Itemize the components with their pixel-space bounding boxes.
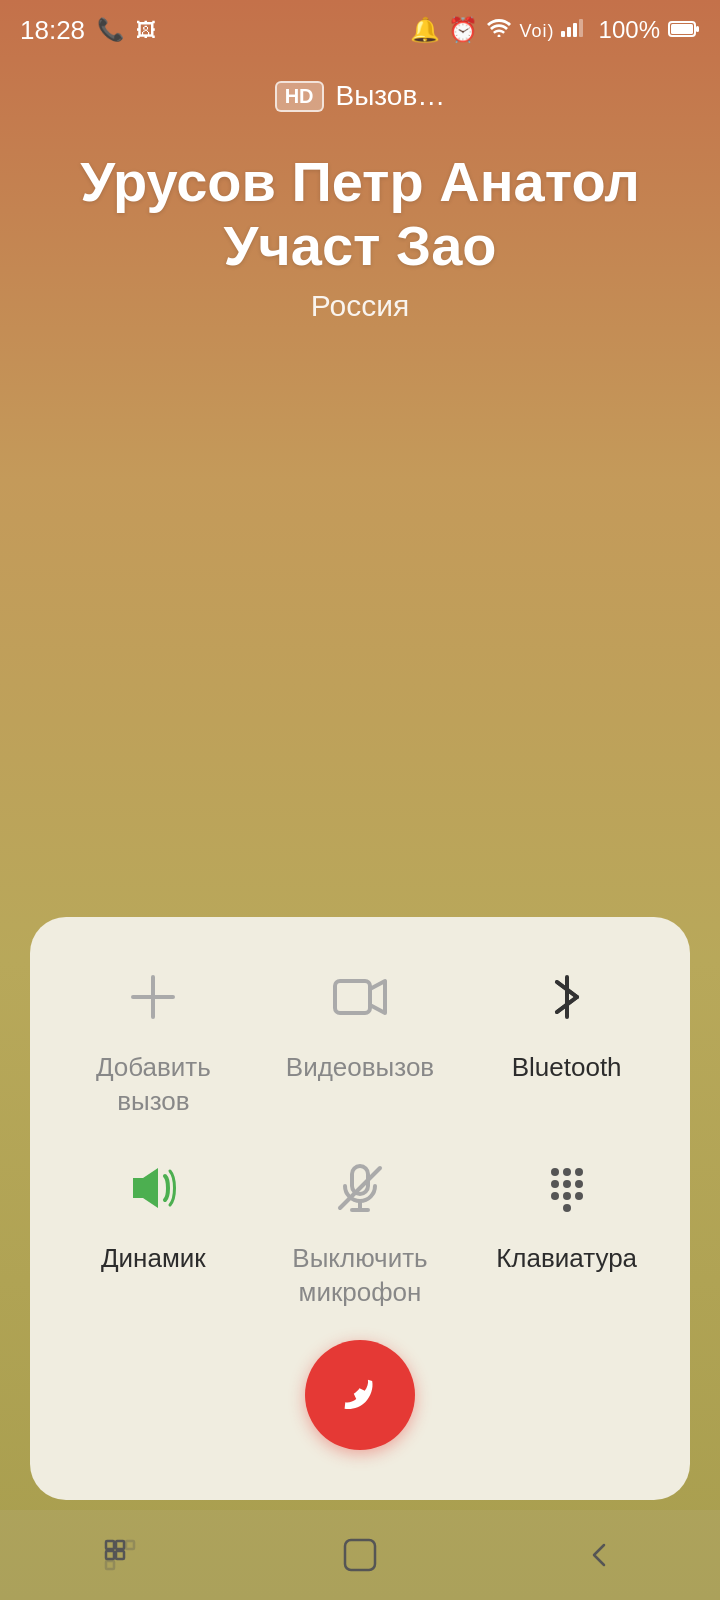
svg-point-21 bbox=[551, 1192, 559, 1200]
clock-icon: ⏰ bbox=[448, 16, 478, 44]
svg-rect-29 bbox=[126, 1541, 134, 1549]
end-call-icon bbox=[333, 1368, 388, 1423]
nav-recents-button[interactable] bbox=[70, 1525, 170, 1585]
keypad-button[interactable]: Клавиатура bbox=[477, 1148, 657, 1276]
svg-point-19 bbox=[563, 1180, 571, 1188]
caller-country: Россия bbox=[40, 289, 680, 323]
plus-icon bbox=[123, 967, 183, 1027]
video-call-label: Видеовызов bbox=[286, 1051, 434, 1085]
svg-rect-10 bbox=[335, 981, 370, 1013]
wifi-icon bbox=[486, 17, 512, 43]
svg-rect-3 bbox=[573, 23, 577, 37]
svg-rect-30 bbox=[106, 1561, 114, 1569]
svg-point-24 bbox=[563, 1204, 571, 1212]
keypad-icon-wrap bbox=[527, 1148, 607, 1228]
svg-point-23 bbox=[575, 1192, 583, 1200]
video-call-button[interactable]: Видеовызов bbox=[270, 957, 450, 1085]
speaker-icon bbox=[123, 1158, 183, 1218]
speaker-icon-wrap bbox=[113, 1148, 193, 1228]
video-call-icon-wrap bbox=[320, 957, 400, 1037]
end-call-button[interactable] bbox=[305, 1340, 415, 1450]
svg-rect-1 bbox=[561, 31, 565, 37]
controls-panel: Добавитьвызов Видеовызов B bbox=[30, 917, 690, 1500]
caller-name: Урусов Петр Анатол Участ Зао bbox=[40, 150, 680, 279]
nav-back-button[interactable] bbox=[550, 1525, 650, 1585]
svg-point-16 bbox=[563, 1168, 571, 1176]
microphone-mute-icon bbox=[330, 1158, 390, 1218]
hd-badge: HD bbox=[275, 81, 324, 112]
bluetooth-label: Bluetooth bbox=[512, 1051, 622, 1085]
end-call-row bbox=[50, 1340, 670, 1450]
svg-rect-27 bbox=[106, 1551, 114, 1559]
svg-point-22 bbox=[563, 1192, 571, 1200]
status-bar: 18:28 📞 🖼 🔔 ⏰ Voi) 100% bbox=[0, 0, 720, 60]
add-call-button[interactable]: Добавитьвызов bbox=[63, 957, 243, 1119]
time: 18:28 bbox=[20, 15, 85, 46]
bluetooth-icon bbox=[537, 967, 597, 1027]
speaker-button[interactable]: Динамик bbox=[63, 1148, 243, 1276]
svg-rect-4 bbox=[579, 19, 583, 37]
mute-button[interactable]: Выключитьмикрофон bbox=[270, 1148, 450, 1310]
call-status-text: Вызов… bbox=[336, 80, 446, 112]
svg-rect-26 bbox=[116, 1541, 124, 1549]
alarm-icon: 🔔 bbox=[410, 16, 440, 44]
svg-point-17 bbox=[575, 1168, 583, 1176]
keypad-icon bbox=[537, 1158, 597, 1218]
phone-icon: 📞 bbox=[97, 17, 124, 43]
video-icon bbox=[330, 967, 390, 1027]
status-right: 🔔 ⏰ Voi) 100% bbox=[410, 16, 700, 44]
svg-rect-2 bbox=[567, 27, 571, 37]
signal-icon: Voi) bbox=[520, 19, 591, 42]
battery-percent: 100% bbox=[599, 16, 660, 44]
svg-point-18 bbox=[551, 1180, 559, 1188]
mute-icon-wrap bbox=[320, 1148, 400, 1228]
mute-label: Выключитьмикрофон bbox=[292, 1242, 427, 1310]
nav-recents-icon bbox=[102, 1537, 138, 1573]
add-call-icon-wrap bbox=[113, 957, 193, 1037]
svg-rect-6 bbox=[671, 24, 693, 34]
nav-bar bbox=[0, 1510, 720, 1600]
bluetooth-icon-wrap bbox=[527, 957, 607, 1037]
gallery-icon: 🖼 bbox=[136, 19, 156, 42]
svg-point-20 bbox=[575, 1180, 583, 1188]
nav-home-button[interactable] bbox=[310, 1525, 410, 1585]
add-call-label: Добавитьвызов bbox=[96, 1051, 211, 1119]
svg-point-0 bbox=[497, 35, 500, 38]
speaker-label: Динамик bbox=[101, 1242, 206, 1276]
status-left: 18:28 📞 🖼 bbox=[20, 15, 156, 46]
battery-icon bbox=[668, 16, 700, 44]
svg-rect-31 bbox=[345, 1540, 375, 1570]
caller-section: Урусов Петр Анатол Участ Зао Россия bbox=[0, 150, 720, 323]
controls-row-1: Добавитьвызов Видеовызов B bbox=[50, 957, 670, 1119]
controls-row-2: Динамик Выключитьмикрофон bbox=[50, 1148, 670, 1310]
nav-home-icon bbox=[340, 1535, 380, 1575]
nav-back-icon bbox=[582, 1537, 618, 1573]
svg-point-15 bbox=[551, 1168, 559, 1176]
svg-rect-25 bbox=[106, 1541, 114, 1549]
svg-rect-28 bbox=[116, 1551, 124, 1559]
bluetooth-button[interactable]: Bluetooth bbox=[477, 957, 657, 1085]
call-status: HD Вызов… bbox=[0, 80, 720, 112]
keypad-label: Клавиатура bbox=[496, 1242, 637, 1276]
svg-rect-7 bbox=[696, 26, 699, 32]
